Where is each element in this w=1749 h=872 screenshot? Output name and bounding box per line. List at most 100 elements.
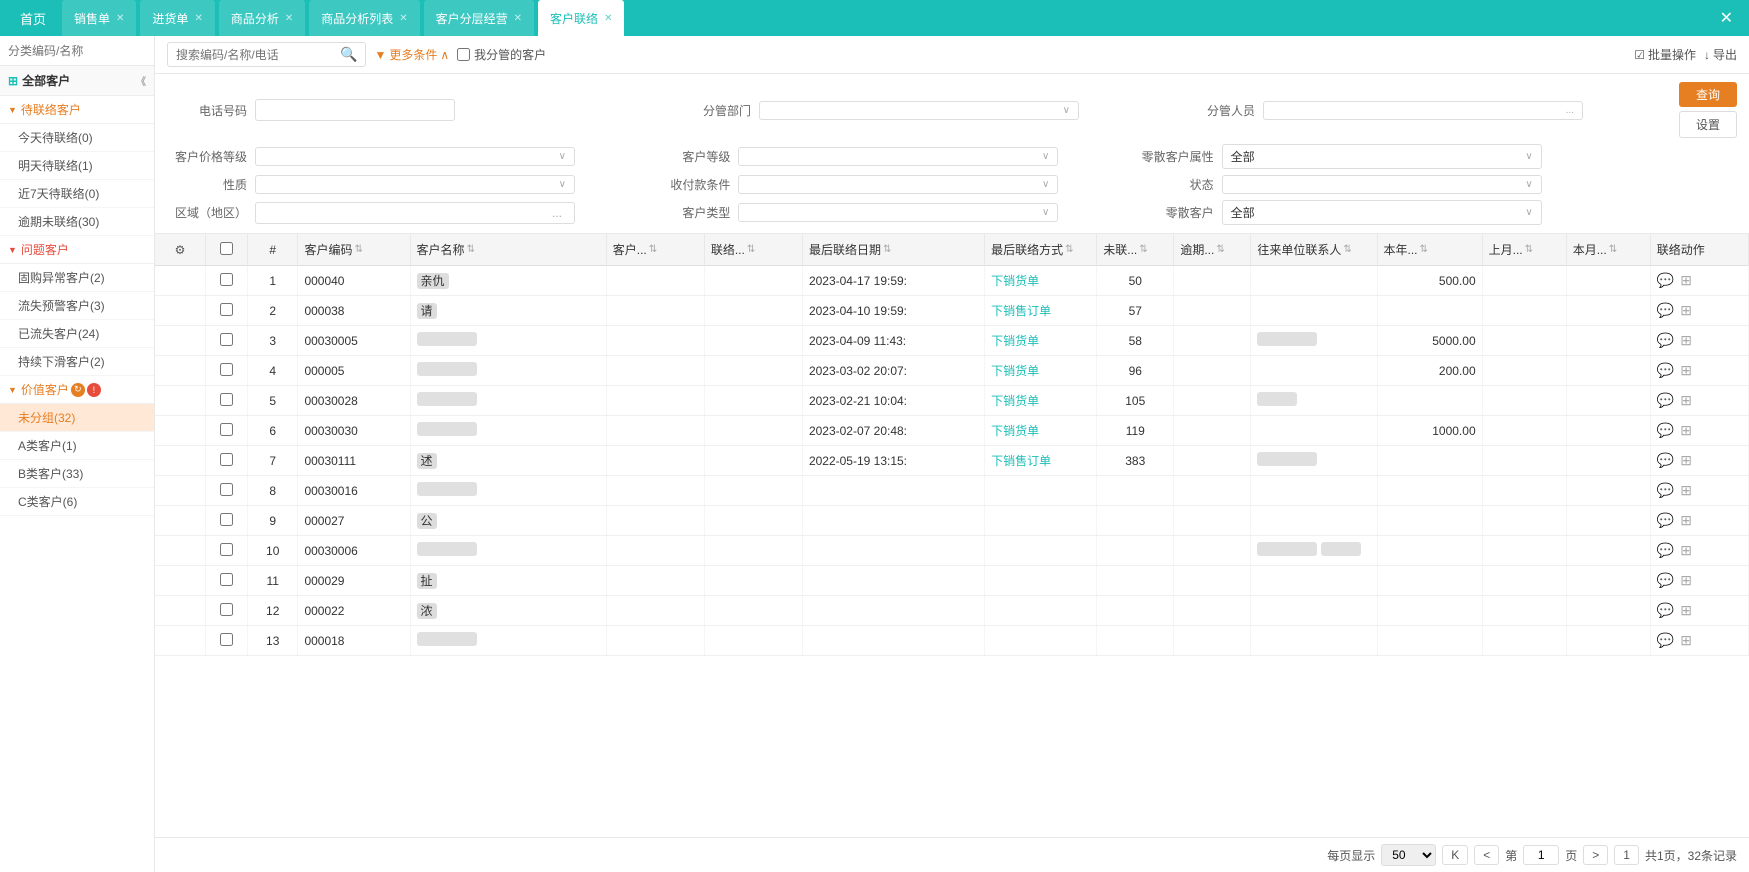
- customer-type-select[interactable]: ∨: [738, 203, 1058, 222]
- next-page-button[interactable]: >: [1583, 845, 1608, 865]
- price-level-select[interactable]: ∨: [255, 147, 575, 166]
- contact-action-icon-12[interactable]: 💬: [1657, 632, 1674, 649]
- sidebar-item-today-pending[interactable]: 今天待联络(0): [0, 124, 154, 152]
- contact-action-icon-3[interactable]: 💬: [1657, 362, 1674, 379]
- th-last-month[interactable]: 上月...⇅: [1482, 234, 1566, 266]
- customer-level-select[interactable]: ∨: [738, 147, 1058, 166]
- category-search-input[interactable]: [8, 44, 155, 58]
- export-button[interactable]: ↓ 导出: [1704, 46, 1737, 63]
- more-action-icon-11[interactable]: ⊞: [1680, 602, 1692, 619]
- row-checkbox-10[interactable]: [220, 573, 233, 586]
- window-close-button[interactable]: ✕: [1712, 4, 1741, 32]
- th-checkbox[interactable]: [205, 234, 247, 266]
- contact-action-icon-1[interactable]: 💬: [1657, 302, 1674, 319]
- td-check-12[interactable]: [205, 626, 247, 656]
- th-name[interactable]: 客户名称⇅: [410, 234, 606, 266]
- search-button[interactable]: 查询: [1679, 82, 1737, 107]
- row-checkbox-8[interactable]: [220, 513, 233, 526]
- row-checkbox-5[interactable]: [220, 423, 233, 436]
- main-search-icon[interactable]: 🔍: [340, 46, 357, 63]
- more-action-icon-6[interactable]: ⊞: [1680, 452, 1692, 469]
- page-number-input[interactable]: [1523, 845, 1559, 865]
- th-contact[interactable]: 联络...⇅: [704, 234, 802, 266]
- per-page-select[interactable]: 50 100 200: [1381, 844, 1436, 866]
- close-segment-icon[interactable]: ✕: [514, 13, 522, 24]
- phone-input[interactable]: [255, 99, 455, 121]
- row-checkbox-6[interactable]: [220, 453, 233, 466]
- td-check-11[interactable]: [205, 596, 247, 626]
- select-all-checkbox[interactable]: [220, 242, 233, 255]
- more-conditions-button[interactable]: ▼ 更多条件 ∧: [374, 46, 449, 63]
- reset-button[interactable]: 设置: [1679, 111, 1737, 138]
- row-checkbox-9[interactable]: [220, 543, 233, 556]
- row-checkbox-4[interactable]: [220, 393, 233, 406]
- sidebar-item-churned[interactable]: 已流失客户(24): [0, 320, 154, 348]
- tab-customer-segment[interactable]: 客户分层经营 ✕: [424, 0, 534, 36]
- home-tab[interactable]: 首页: [8, 0, 58, 36]
- method-link-4[interactable]: 下销货单: [991, 394, 1039, 408]
- row-checkbox-3[interactable]: [220, 363, 233, 376]
- row-checkbox-0[interactable]: [220, 273, 233, 286]
- manager-select[interactable]: ...: [1263, 101, 1583, 120]
- status-select[interactable]: ∨: [1222, 175, 1542, 194]
- more-action-icon-7[interactable]: ⊞: [1680, 482, 1692, 499]
- settings-icon[interactable]: ⚙: [175, 243, 186, 257]
- td-check-1[interactable]: [205, 296, 247, 326]
- th-code[interactable]: 客户编码⇅: [298, 234, 410, 266]
- td-check-7[interactable]: [205, 476, 247, 506]
- tab-customer-contact[interactable]: 客户联络 ✕: [538, 0, 624, 36]
- close-sales-order-icon[interactable]: ✕: [116, 13, 124, 24]
- tab-product-analysis-list[interactable]: 商品分析列表 ✕: [309, 0, 419, 36]
- tab-product-analysis[interactable]: 商品分析 ✕: [219, 0, 305, 36]
- sidebar-group-pending[interactable]: ▼ 待联络客户: [0, 96, 154, 124]
- contact-action-icon-11[interactable]: 💬: [1657, 602, 1674, 619]
- more-action-icon-1[interactable]: ⊞: [1680, 302, 1692, 319]
- my-customers-checkbox[interactable]: [457, 48, 470, 61]
- contact-action-icon-7[interactable]: 💬: [1657, 482, 1674, 499]
- contact-action-icon-4[interactable]: 💬: [1657, 392, 1674, 409]
- contact-action-icon-6[interactable]: 💬: [1657, 452, 1674, 469]
- contact-action-icon-0[interactable]: 💬: [1657, 272, 1674, 289]
- th-overdue[interactable]: 逾期...⇅: [1174, 234, 1251, 266]
- th-unlink-days[interactable]: 未联...⇅: [1097, 234, 1174, 266]
- method-link-1[interactable]: 下销售订单: [991, 304, 1051, 318]
- region-select[interactable]: ...: [255, 202, 575, 224]
- more-action-icon-2[interactable]: ⊞: [1680, 332, 1692, 349]
- sparse-customer-select[interactable]: 全部 ∨: [1222, 200, 1542, 225]
- more-action-icon-3[interactable]: ⊞: [1680, 362, 1692, 379]
- region-ellipsis[interactable]: ...: [548, 206, 566, 220]
- td-check-9[interactable]: [205, 536, 247, 566]
- th-last-date[interactable]: 最后联络日期⇅: [802, 234, 984, 266]
- method-link-6[interactable]: 下销售订单: [991, 454, 1051, 468]
- method-link-5[interactable]: 下销货单: [991, 424, 1039, 438]
- tab-purchase-order[interactable]: 进货单 ✕: [140, 0, 214, 36]
- td-check-0[interactable]: [205, 266, 247, 296]
- more-action-icon-8[interactable]: ⊞: [1680, 512, 1692, 529]
- sidebar-group-problem[interactable]: ▼ 问题客户: [0, 236, 154, 264]
- more-action-icon-12[interactable]: ⊞: [1680, 632, 1692, 649]
- close-product-list-icon[interactable]: ✕: [399, 13, 407, 24]
- sidebar-item-abnormal[interactable]: 固购异常客户(2): [0, 264, 154, 292]
- more-action-icon-9[interactable]: ⊞: [1680, 542, 1692, 559]
- sidebar-item-class-a[interactable]: A类客户(1): [0, 432, 154, 460]
- td-check-6[interactable]: [205, 446, 247, 476]
- th-type[interactable]: 客户...⇅: [606, 234, 704, 266]
- row-checkbox-2[interactable]: [220, 333, 233, 346]
- contact-action-icon-8[interactable]: 💬: [1657, 512, 1674, 529]
- td-check-10[interactable]: [205, 566, 247, 596]
- method-link-2[interactable]: 下销货单: [991, 334, 1039, 348]
- td-check-3[interactable]: [205, 356, 247, 386]
- contact-action-icon-2[interactable]: 💬: [1657, 332, 1674, 349]
- th-liaison[interactable]: 往来单位联系人⇅: [1251, 234, 1377, 266]
- main-search-input[interactable]: [176, 48, 336, 62]
- more-action-icon-0[interactable]: ⊞: [1680, 272, 1692, 289]
- close-contact-icon[interactable]: ✕: [604, 13, 612, 24]
- th-this-month[interactable]: 本月...⇅: [1566, 234, 1650, 266]
- sidebar-item-week-pending[interactable]: 近7天待联络(0): [0, 180, 154, 208]
- td-check-8[interactable]: [205, 506, 247, 536]
- contact-action-icon-10[interactable]: 💬: [1657, 572, 1674, 589]
- nature-select[interactable]: ∨: [255, 175, 575, 194]
- all-customers-section[interactable]: ⊞ 全部客户 《: [0, 66, 154, 96]
- td-check-5[interactable]: [205, 416, 247, 446]
- sidebar-group-value[interactable]: ▼ 价值客户 ↻ !: [0, 376, 154, 404]
